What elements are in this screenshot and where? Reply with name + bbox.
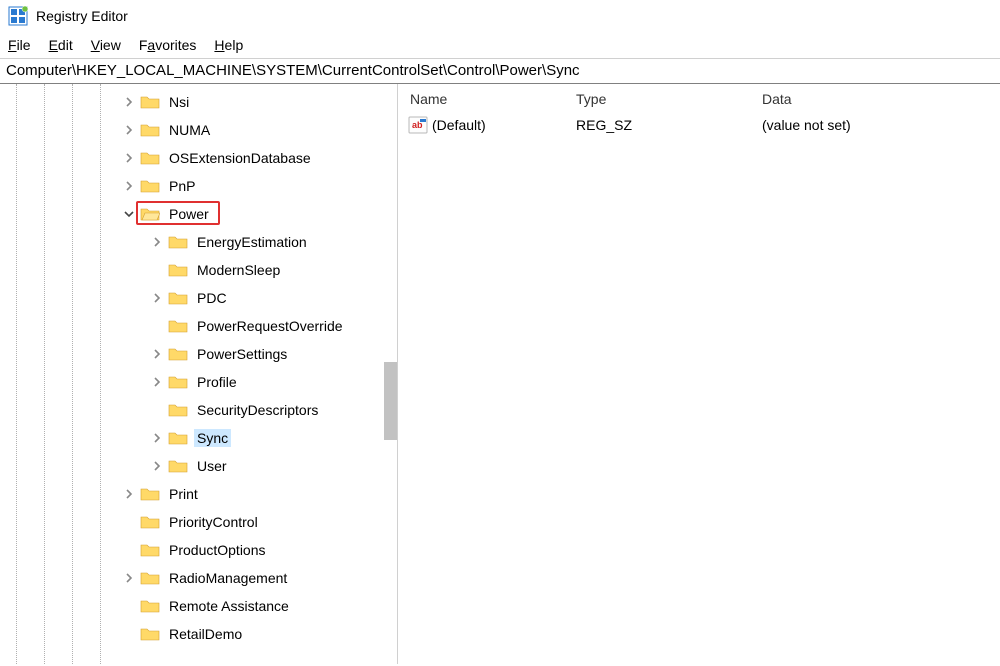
- tree-item[interactable]: Sync: [0, 424, 397, 452]
- menu-file[interactable]: File: [8, 37, 31, 53]
- tree-item[interactable]: Profile: [0, 368, 397, 396]
- tree-item-label: PriorityControl: [166, 513, 261, 531]
- folder-icon: [168, 374, 188, 390]
- tree-item-label: EnergyEstimation: [194, 233, 310, 251]
- menu-favorites[interactable]: Favorites: [139, 37, 197, 53]
- folder-icon: [168, 262, 188, 278]
- folder-icon: [168, 318, 188, 334]
- tree-item-label: ModernSleep: [194, 261, 283, 279]
- folder-icon: [168, 234, 188, 250]
- window-title: Registry Editor: [36, 8, 128, 24]
- tree-item[interactable]: PriorityControl: [0, 508, 397, 536]
- chevron-right-icon[interactable]: [150, 293, 164, 303]
- tree-item[interactable]: SecurityDescriptors: [0, 396, 397, 424]
- chevron-right-icon[interactable]: [150, 349, 164, 359]
- tree-item[interactable]: EnergyEstimation: [0, 228, 397, 256]
- tree-item-label: Print: [166, 485, 201, 503]
- chevron-right-icon[interactable]: [122, 573, 136, 583]
- folder-icon: [140, 598, 160, 614]
- tree-item-label: OSExtensionDatabase: [166, 149, 314, 167]
- tree-scrollbar-thumb[interactable]: [384, 362, 397, 440]
- tree-item[interactable]: RadioManagement: [0, 564, 397, 592]
- address-bar[interactable]: Computer\HKEY_LOCAL_MACHINE\SYSTEM\Curre…: [0, 58, 1000, 84]
- tree-item-label: Power: [166, 205, 212, 223]
- tree-item[interactable]: Remote Assistance: [0, 592, 397, 620]
- tree-item[interactable]: Print: [0, 480, 397, 508]
- menu-bar: File Edit View Favorites Help: [0, 32, 1000, 58]
- content-area: Nsi NUMA OSExtensionDatabase PnP Power E…: [0, 84, 1000, 664]
- folder-icon: [168, 402, 188, 418]
- tree-item[interactable]: ProductOptions: [0, 536, 397, 564]
- chevron-right-icon[interactable]: [150, 461, 164, 471]
- folder-icon: [140, 150, 160, 166]
- folder-icon: [140, 486, 160, 502]
- value-type: REG_SZ: [576, 117, 762, 133]
- folder-icon: [140, 542, 160, 558]
- value-data: (value not set): [762, 117, 1000, 133]
- tree-item[interactable]: ModernSleep: [0, 256, 397, 284]
- tree-item-label: ProductOptions: [166, 541, 269, 559]
- values-header[interactable]: Name Type Data: [398, 86, 1000, 112]
- tree-item-label: RadioManagement: [166, 569, 290, 587]
- registry-tree[interactable]: Nsi NUMA OSExtensionDatabase PnP Power E…: [0, 84, 397, 648]
- folder-icon: [140, 94, 160, 110]
- folder-icon: [140, 570, 160, 586]
- tree-item-label: Nsi: [166, 93, 192, 111]
- tree-item-label: PowerSettings: [194, 345, 290, 363]
- tree-item[interactable]: RetailDemo: [0, 620, 397, 648]
- tree-pane: Nsi NUMA OSExtensionDatabase PnP Power E…: [0, 84, 398, 664]
- menu-help[interactable]: Help: [214, 37, 243, 53]
- regedit-icon: [8, 6, 28, 26]
- folder-icon: [140, 626, 160, 642]
- value-row[interactable]: ab (Default) REG_SZ(value not set): [398, 112, 1000, 138]
- tree-item-label: SecurityDescriptors: [194, 401, 321, 419]
- chevron-right-icon[interactable]: [122, 125, 136, 135]
- chevron-right-icon[interactable]: [122, 153, 136, 163]
- tree-item-label: PowerRequestOverride: [194, 317, 346, 335]
- chevron-right-icon[interactable]: [122, 181, 136, 191]
- tree-item-label: PnP: [166, 177, 198, 195]
- title-bar: Registry Editor: [0, 0, 1000, 32]
- tree-item[interactable]: Nsi: [0, 88, 397, 116]
- tree-item-label: PDC: [194, 289, 230, 307]
- string-value-icon: ab: [408, 116, 428, 134]
- folder-icon: [168, 430, 188, 446]
- tree-item[interactable]: User: [0, 452, 397, 480]
- tree-item[interactable]: PDC: [0, 284, 397, 312]
- tree-item[interactable]: NUMA: [0, 116, 397, 144]
- tree-item-label: Sync: [194, 429, 231, 447]
- menu-edit[interactable]: Edit: [49, 37, 73, 53]
- column-data[interactable]: Data: [762, 91, 1000, 107]
- chevron-right-icon[interactable]: [150, 433, 164, 443]
- chevron-down-icon[interactable]: [122, 209, 136, 219]
- folder-icon: [168, 346, 188, 362]
- tree-item[interactable]: PnP: [0, 172, 397, 200]
- tree-item[interactable]: OSExtensionDatabase: [0, 144, 397, 172]
- tree-item-label: RetailDemo: [166, 625, 245, 643]
- address-text: Computer\HKEY_LOCAL_MACHINE\SYSTEM\Curre…: [6, 62, 580, 79]
- column-type[interactable]: Type: [576, 91, 762, 107]
- tree-item-label: NUMA: [166, 121, 213, 139]
- tree-item-label: Profile: [194, 373, 240, 391]
- tree-item[interactable]: Power: [0, 200, 397, 228]
- tree-item-label: User: [194, 457, 230, 475]
- folder-icon: [140, 178, 160, 194]
- menu-view[interactable]: View: [91, 37, 121, 53]
- column-name[interactable]: Name: [398, 91, 576, 107]
- folder-icon: [140, 514, 160, 530]
- values-pane: Name Type Data ab (Default) REG_SZ(value …: [398, 84, 1000, 664]
- chevron-right-icon[interactable]: [150, 377, 164, 387]
- tree-item[interactable]: PowerRequestOverride: [0, 312, 397, 340]
- tree-item-label: Remote Assistance: [166, 597, 292, 615]
- folder-icon: [168, 290, 188, 306]
- chevron-right-icon[interactable]: [150, 237, 164, 247]
- tree-item[interactable]: PowerSettings: [0, 340, 397, 368]
- folder-icon: [168, 458, 188, 474]
- value-name: (Default): [432, 117, 486, 133]
- folder-icon: [140, 206, 160, 222]
- chevron-right-icon[interactable]: [122, 97, 136, 107]
- chevron-right-icon[interactable]: [122, 489, 136, 499]
- folder-icon: [140, 122, 160, 138]
